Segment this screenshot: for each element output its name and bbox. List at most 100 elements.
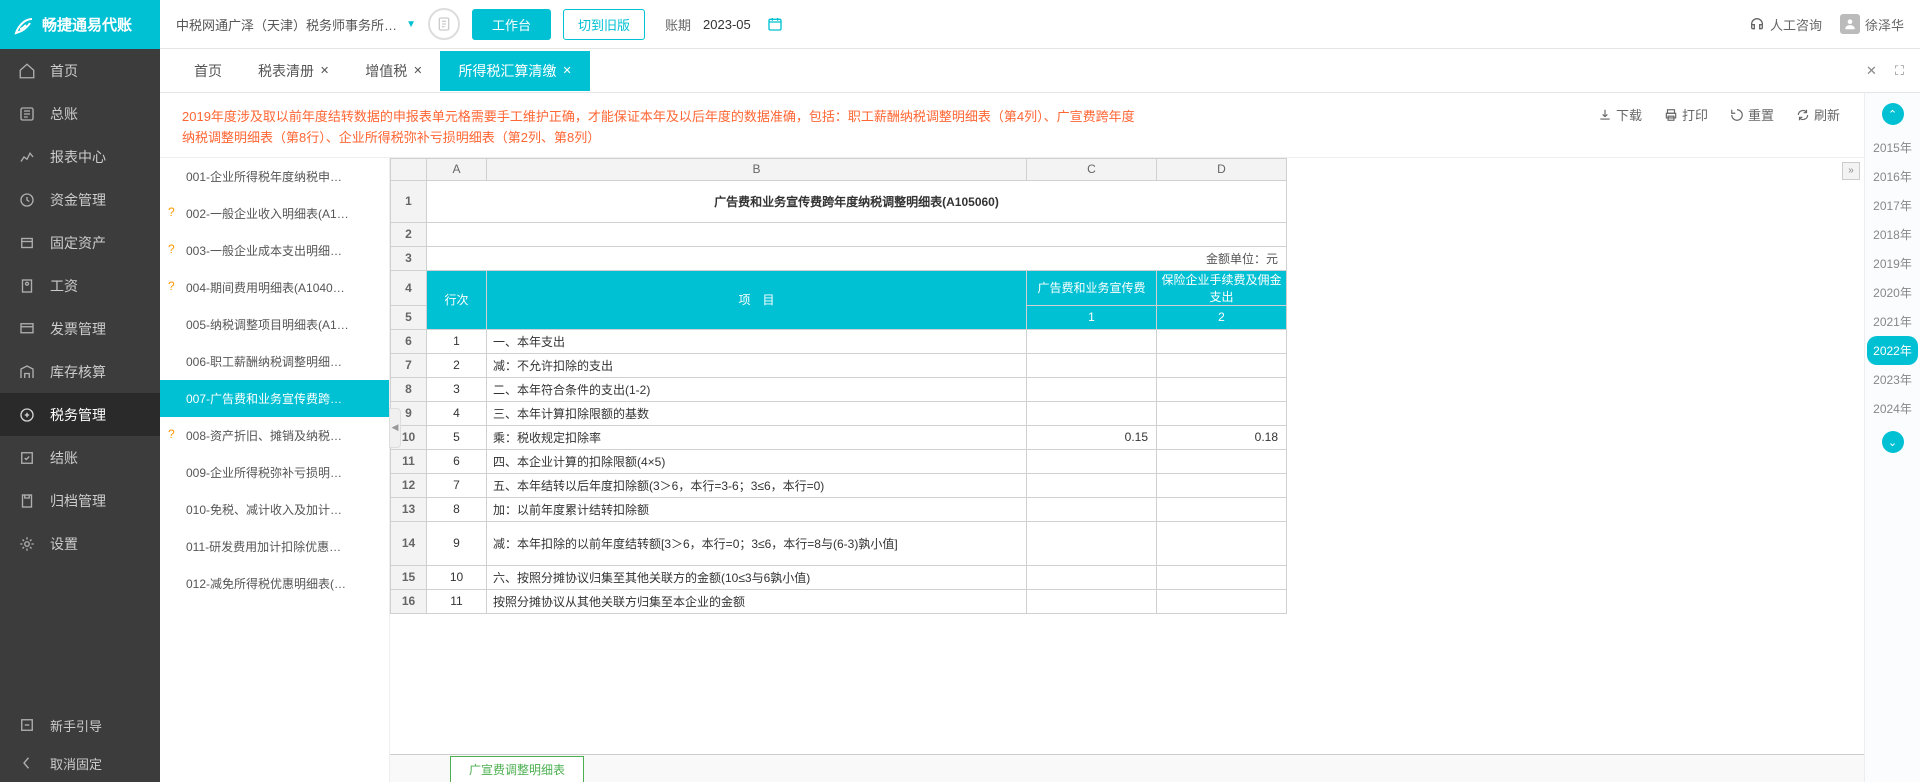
nav-item-0[interactable]: 首页 [0, 49, 160, 92]
company-selector[interactable]: 中税网通广泽（天津）税务师事务所有… ▼ [176, 15, 416, 34]
year-2023年[interactable]: 2023年 [1867, 365, 1918, 394]
sheet-tab[interactable]: 广宣费调整明细表 [450, 756, 584, 782]
nav-item-2[interactable]: 报表中心 [0, 135, 160, 178]
tab-close-icon[interactable]: ✕ [413, 64, 422, 77]
cell-d[interactable] [1157, 353, 1287, 377]
form-item-1[interactable]: ?002-一般企业收入明细表(A1… [160, 195, 389, 232]
cell-seq[interactable]: 10 [427, 565, 487, 589]
switch-old-button[interactable]: 切到旧版 [563, 9, 645, 40]
cell-d[interactable] [1157, 589, 1287, 613]
col-b[interactable]: B [487, 158, 1027, 180]
cell-c[interactable] [1027, 329, 1157, 353]
cell-item[interactable]: 一、本年支出 [487, 329, 1027, 353]
cell-item[interactable]: 三、本年计算扣除限额的基数 [487, 401, 1027, 425]
expand-sheet-icon[interactable]: » [1842, 162, 1860, 180]
nav-item-9[interactable]: 结账 [0, 436, 160, 479]
form-item-8[interactable]: 009-企业所得税弥补亏损明… [160, 454, 389, 491]
form-item-0[interactable]: 001-企业所得税年度纳税申… [160, 158, 389, 195]
cell-d[interactable] [1157, 497, 1287, 521]
nav-bottom-1[interactable]: 取消固定 [0, 744, 160, 782]
form-item-9[interactable]: 010-免税、减计收入及加计… [160, 491, 389, 528]
cell-item[interactable]: 四、本企业计算的扣除限额(4×5) [487, 449, 1027, 473]
cell-c[interactable] [1027, 565, 1157, 589]
nav-item-6[interactable]: 发票管理 [0, 307, 160, 350]
calendar-icon[interactable] [767, 16, 783, 32]
year-2015年[interactable]: 2015年 [1867, 133, 1918, 162]
year-2021年[interactable]: 2021年 [1867, 307, 1918, 336]
form-item-3[interactable]: ?004-期间费用明细表(A1040… [160, 269, 389, 306]
year-2018年[interactable]: 2018年 [1867, 220, 1918, 249]
cell-d[interactable] [1157, 401, 1287, 425]
cell-c[interactable]: 0.15 [1027, 425, 1157, 449]
print-button[interactable]: 打印 [1664, 105, 1708, 124]
cell-c[interactable] [1027, 377, 1157, 401]
cell-c[interactable] [1027, 497, 1157, 521]
cell-seq[interactable]: 4 [427, 401, 487, 425]
year-2016年[interactable]: 2016年 [1867, 162, 1918, 191]
year-2020年[interactable]: 2020年 [1867, 278, 1918, 307]
tab-close-icon[interactable]: ✕ [320, 64, 329, 77]
cell-d[interactable] [1157, 449, 1287, 473]
nav-item-5[interactable]: 工资 [0, 264, 160, 307]
workbench-button[interactable]: 工作台 [472, 9, 551, 40]
tab-2[interactable]: 增值税✕ [347, 51, 440, 91]
year-down-icon[interactable]: ⌄ [1882, 431, 1904, 453]
cell-d[interactable] [1157, 565, 1287, 589]
download-button[interactable]: 下载 [1598, 105, 1642, 124]
cell-seq[interactable]: 6 [427, 449, 487, 473]
form-item-6[interactable]: 007-广告费和业务宣传费跨… [160, 380, 389, 417]
nav-item-4[interactable]: 固定资产 [0, 221, 160, 264]
form-item-11[interactable]: 012-减免所得税优惠明细表(… [160, 565, 389, 602]
cell-item[interactable]: 加：以前年度累计结转扣除额 [487, 497, 1027, 521]
form-item-2[interactable]: ?003-一般企业成本支出明细… [160, 232, 389, 269]
tab-0[interactable]: 首页 [176, 51, 240, 91]
cell-d[interactable] [1157, 329, 1287, 353]
cell-d[interactable] [1157, 377, 1287, 401]
collapse-handle[interactable]: ◀ [389, 408, 401, 448]
cell-c[interactable] [1027, 353, 1157, 377]
cell-seq[interactable]: 2 [427, 353, 487, 377]
cell-seq[interactable]: 1 [427, 329, 487, 353]
tab-1[interactable]: 税表清册✕ [240, 51, 347, 91]
year-2017年[interactable]: 2017年 [1867, 191, 1918, 220]
col-d[interactable]: D [1157, 158, 1287, 180]
cell-d[interactable] [1157, 473, 1287, 497]
nav-item-3[interactable]: 资金管理 [0, 178, 160, 221]
cell-seq[interactable]: 3 [427, 377, 487, 401]
nav-item-10[interactable]: 归档管理 [0, 479, 160, 522]
cell-item[interactable]: 五、本年结转以后年度扣除额(3＞6，本行=3-6；3≤6，本行=0) [487, 473, 1027, 497]
cell-item[interactable]: 六、按照分摊协议归集至其他关联方的金额(10≤3与6孰小值) [487, 565, 1027, 589]
cell-item[interactable]: 二、本年符合条件的支出(1-2) [487, 377, 1027, 401]
cell-item[interactable]: 减：本年扣除的以前年度结转额[3＞6，本行=0；3≤6，本行=8与(6-3)孰小… [487, 521, 1027, 565]
cell-seq[interactable]: 7 [427, 473, 487, 497]
col-a[interactable]: A [427, 158, 487, 180]
user-menu[interactable]: 徐泽华 [1840, 14, 1904, 34]
cell-item[interactable]: 减：不允许扣除的支出 [487, 353, 1027, 377]
form-item-4[interactable]: 005-纳税调整项目明细表(A1… [160, 306, 389, 343]
nav-item-7[interactable]: 库存核算 [0, 350, 160, 393]
tab-close-icon[interactable]: ✕ [562, 64, 571, 77]
year-2024年[interactable]: 2024年 [1867, 394, 1918, 423]
cell-c[interactable] [1027, 521, 1157, 565]
nav-item-1[interactable]: 总账 [0, 92, 160, 135]
cell-c[interactable] [1027, 401, 1157, 425]
form-item-7[interactable]: ?008-资产折旧、摊销及纳税… [160, 417, 389, 454]
form-item-5[interactable]: 006-职工薪酬纳税调整明细… [160, 343, 389, 380]
sheet-grid[interactable]: ABCD1广告费和业务宣传费跨年度纳税调整明细表(A105060)23金额单位：… [390, 158, 1864, 754]
form-item-10[interactable]: 011-研发费用加计扣除优惠… [160, 528, 389, 565]
cell-item[interactable]: 按照分摊协议从其他关联方归集至本企业的金额 [487, 589, 1027, 613]
nav-item-11[interactable]: 设置 [0, 522, 160, 565]
nav-bottom-0[interactable]: 新手引导 [0, 706, 160, 744]
nav-item-8[interactable]: 税务管理 [0, 393, 160, 436]
cell-d[interactable] [1157, 521, 1287, 565]
cell-d[interactable]: 0.18 [1157, 425, 1287, 449]
note-icon[interactable] [428, 8, 460, 40]
cell-seq[interactable]: 8 [427, 497, 487, 521]
cell-item[interactable]: 乘：税收规定扣除率 [487, 425, 1027, 449]
cell-c[interactable] [1027, 589, 1157, 613]
fullscreen-icon[interactable]: ⛶ [1891, 59, 1908, 83]
year-2022年[interactable]: 2022年 [1867, 336, 1918, 365]
cell-seq[interactable]: 11 [427, 589, 487, 613]
year-up-icon[interactable]: ⌃ [1882, 103, 1904, 125]
refresh-button[interactable]: 刷新 [1796, 105, 1840, 124]
